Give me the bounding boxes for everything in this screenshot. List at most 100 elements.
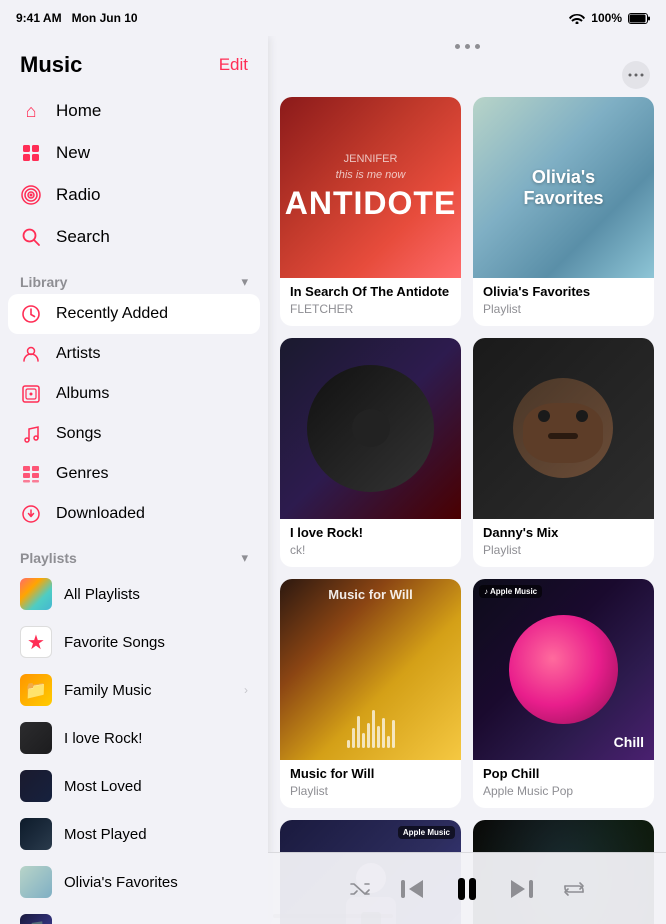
album-artist-popchill: Apple Music Pop [483,784,644,798]
sidebar-item-recently-added[interactable]: Recently Added [8,294,260,334]
most-loved-thumb [20,770,52,802]
search-nav-icon [20,226,42,248]
all-playlists-thumb [20,578,52,610]
sidebar-item-family-music[interactable]: 📁 Family Music › [0,666,268,714]
album-info-olivia: Olivia's Favorites Playlist [473,278,654,326]
home-label: Home [56,101,101,121]
playlists-chevron-icon[interactable]: ▾ [241,550,248,566]
dot-1 [455,44,460,49]
album-name-antidote: In Search Of The Antidote [290,284,451,301]
sidebar-item-favorite-songs[interactable]: ★ Favorite Songs [0,618,268,666]
battery-display: 100% [591,11,622,25]
apple-music-badge-popchill: ♪ Apple Music [479,585,542,598]
sidebar-item-genres[interactable]: Genres [0,454,268,494]
sidebar-item-downloaded[interactable]: Downloaded [0,494,268,534]
library-section-header: Library ▾ [0,258,268,294]
album-card-antidote[interactable]: JENNIFER this is me now ANTIDOTE In Sear… [280,97,461,326]
album-artist-will: Playlist [290,784,451,798]
time-display: 9:41 AM [16,11,62,25]
new-icon [20,142,42,164]
sidebar-item-radio[interactable]: Radio [0,174,268,216]
sidebar-item-search[interactable]: Search [0,216,268,258]
home-icon: ⌂ [20,100,42,122]
downloaded-icon [20,503,42,525]
songs-label: Songs [56,425,248,443]
popchill-circle [509,615,618,724]
album-card-irock[interactable]: I love Rock! ck! [280,338,461,567]
olivias-favorites-thumb [20,866,52,898]
dot-2 [465,44,470,49]
album-grid: JENNIFER this is me now ANTIDOTE In Sear… [280,97,654,924]
next-button[interactable] [509,878,535,900]
album-card-will[interactable]: Music for Will Music for Will Playlist [280,579,461,808]
battery-full-icon [628,13,650,24]
album-card-danny[interactable]: Danny's Mix Playlist [473,338,654,567]
album-artist-olivia: Playlist [483,302,644,316]
album-art-antidote: JENNIFER this is me now ANTIDOTE [280,97,461,278]
sidebar-header: Music Edit [0,36,268,90]
album-card-olivia[interactable]: Olivia'sFavorites Olivia's Favorites Pla… [473,97,654,326]
apple-music-badge-inmyroom: Apple Music [398,826,455,839]
radio-icon [20,184,42,206]
family-music-label: Family Music [64,682,232,699]
sidebar-item-most-loved[interactable]: Most Loved [0,762,268,810]
most-played-thumb [20,818,52,850]
more-options-button[interactable] [622,61,650,89]
status-bar: 9:41 AM Mon Jun 10 100% [0,0,666,36]
album-info-danny: Danny's Mix Playlist [473,519,654,567]
library-chevron-icon[interactable]: ▾ [241,274,248,290]
sidebar-item-i-love-rock[interactable]: I love Rock! [0,714,268,762]
albums-label: Albums [56,385,248,403]
sidebar-item-olivias-favorites[interactable]: Olivia's Favorites [0,858,268,906]
album-name-danny: Danny's Mix [483,525,644,542]
album-art-olivia: Olivia'sFavorites [473,97,654,278]
sidebar-item-most-played[interactable]: Most Played [0,810,268,858]
album-art-irock [280,338,461,519]
album-name-olivia: Olivia's Favorites [483,284,644,301]
search-label: Search [56,227,110,247]
most-loved-label: Most Loved [64,778,248,795]
recently-added-label: Recently Added [56,305,248,323]
genres-icon [20,463,42,485]
album-info-antidote: In Search Of The Antidote FLETCHER [280,278,461,326]
main-header [280,49,654,97]
radio-label: Radio [56,185,100,205]
family-music-thumb: 📁 [20,674,52,706]
i-love-rock-thumb [20,722,52,754]
album-artist-danny: Playlist [483,543,644,557]
shuffle-button[interactable] [349,878,371,900]
album-artist-irock: ck! [290,543,451,557]
playback-bar [268,852,666,924]
album-art-popchill: ♪ Apple Music Chill [473,579,654,760]
sidebar-edit-button[interactable]: Edit [219,55,248,75]
olivias-favorites-label: Olivia's Favorites [64,874,248,891]
artists-label: Artists [56,345,248,363]
wifi-icon [569,12,585,24]
album-card-popchill[interactable]: ♪ Apple Music Chill Pop Chill Apple Musi… [473,579,654,808]
family-music-chevron-icon: › [244,683,248,697]
repeat-button[interactable] [563,878,585,900]
all-playlists-label: All Playlists [64,586,248,603]
artists-icon [20,343,42,365]
sidebar-item-songs[interactable]: Songs [0,414,268,454]
favorite-songs-thumb: ★ [20,626,52,658]
sidebar-item-new[interactable]: New [0,132,268,174]
album-name-will: Music for Will [290,766,451,783]
album-artist-antidote: FLETCHER [290,302,451,316]
sidebar: Music Edit ⌂ Home New Radio [0,36,268,924]
pause-button[interactable] [453,875,481,903]
album-name-popchill: Pop Chill [483,766,644,783]
downloaded-label: Downloaded [56,505,248,523]
new-label: New [56,143,90,163]
sidebar-item-albums[interactable]: Albums [0,374,268,414]
sidebar-item-in-my-room[interactable]: 🎵 In My Room [0,906,268,924]
album-info-irock: I love Rock! ck! [280,519,461,567]
previous-button[interactable] [399,878,425,900]
sidebar-item-all-playlists[interactable]: All Playlists [0,570,268,618]
date-display: Mon Jun 10 [72,11,138,25]
songs-icon [20,423,42,445]
album-info-will: Music for Will Playlist [280,760,461,808]
sidebar-item-artists[interactable]: Artists [0,334,268,374]
sidebar-item-home[interactable]: ⌂ Home [0,90,268,132]
album-name-irock: I love Rock! [290,525,451,542]
